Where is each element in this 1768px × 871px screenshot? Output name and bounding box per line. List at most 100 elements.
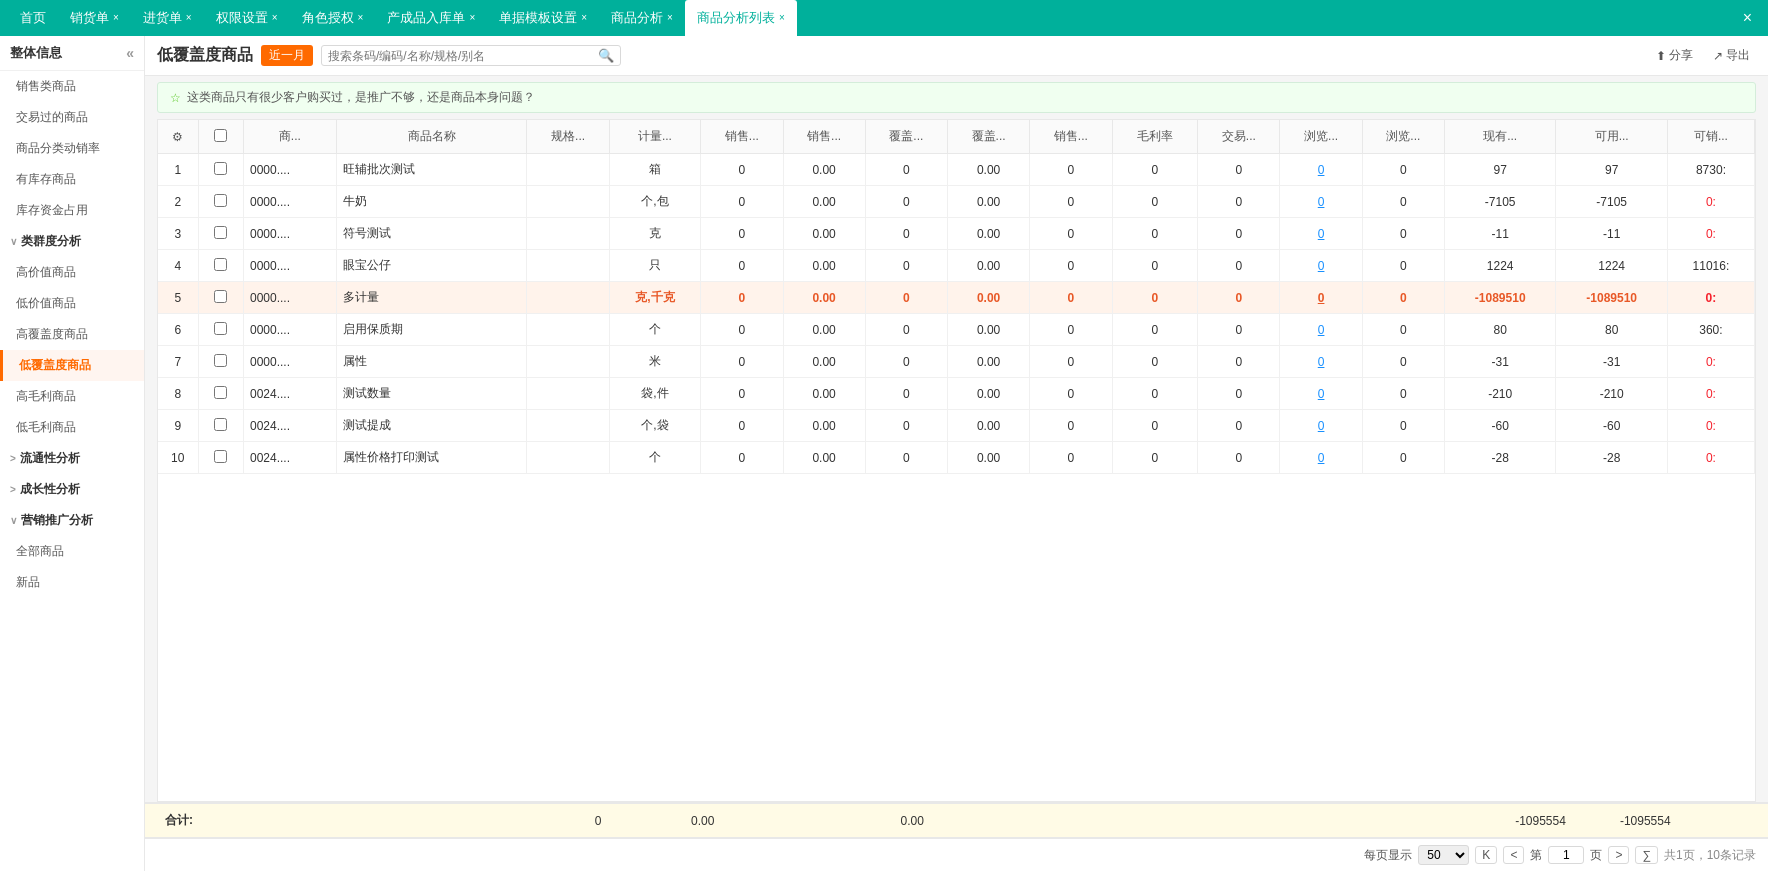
nav-close-role-auth[interactable]: × — [358, 0, 364, 36]
nav-permissions[interactable]: 权限设置 × — [204, 0, 290, 36]
row-unit: 袋,件 — [609, 378, 701, 410]
sidebar-group-growth[interactable]: > 成长性分析 — [0, 474, 144, 505]
select-all-checkbox[interactable] — [214, 129, 227, 142]
row-name[interactable]: 测试数量 — [336, 378, 527, 410]
row-checkbox[interactable] — [198, 282, 243, 314]
row-select-checkbox[interactable] — [214, 290, 227, 303]
date-filter-button[interactable]: 近一月 — [261, 45, 313, 66]
sidebar-group-marketing[interactable]: ∨ 营销推广分析 — [0, 505, 144, 536]
row-name[interactable]: 符号测试 — [336, 218, 527, 250]
row-sales-extra: 0 — [1030, 442, 1112, 474]
nav-product-inbound[interactable]: 产成品入库单 × — [375, 0, 487, 36]
row-name[interactable]: 属性 — [336, 346, 527, 378]
nav-close-product-inbound[interactable]: × — [469, 0, 475, 36]
nav-role-auth[interactable]: 角色授权 × — [290, 0, 376, 36]
search-icon[interactable]: 🔍 — [598, 48, 614, 63]
nav-product-analysis-list[interactable]: 商品分析列表 × — [685, 0, 797, 36]
row-browse1[interactable]: 0 — [1280, 218, 1362, 250]
nav-close-product-analysis[interactable]: × — [667, 0, 673, 36]
sidebar-item-new-goods[interactable]: 新品 — [0, 567, 144, 598]
row-sales-extra: 0 — [1030, 218, 1112, 250]
page-number-input[interactable] — [1548, 846, 1584, 864]
row-select-checkbox[interactable] — [214, 322, 227, 335]
sidebar-group-category-analysis[interactable]: ∨ 类群度分析 — [0, 226, 144, 257]
row-sales-amt: 0.00 — [783, 154, 865, 186]
share-button[interactable]: ⬆ 分享 — [1650, 44, 1699, 67]
page-size-select[interactable]: 50 100 200 — [1418, 845, 1469, 865]
nav-close-product-analysis-list[interactable]: × — [779, 0, 785, 36]
row-browse1[interactable]: 0 — [1280, 186, 1362, 218]
row-name[interactable]: 眼宝公仔 — [336, 250, 527, 282]
nav-purchase-order[interactable]: 进货单 × — [131, 0, 204, 36]
row-browse1[interactable]: 0 — [1280, 154, 1362, 186]
row-checkbox[interactable] — [198, 346, 243, 378]
row-browse1[interactable]: 0 — [1280, 346, 1362, 378]
row-select-checkbox[interactable] — [214, 258, 227, 271]
row-select-checkbox[interactable] — [214, 194, 227, 207]
row-name[interactable]: 旺辅批次测试 — [336, 154, 527, 186]
nav-sales-order[interactable]: 销货单 × — [58, 0, 131, 36]
sidebar-item-low-profit[interactable]: 低毛利商品 — [0, 412, 144, 443]
row-coverage1: 0 — [865, 154, 947, 186]
row-browse1[interactable]: 0 — [1280, 410, 1362, 442]
row-checkbox[interactable] — [198, 154, 243, 186]
nav-template-settings[interactable]: 单据模板设置 × — [487, 0, 599, 36]
sidebar-item-low-coverage[interactable]: 低覆盖度商品 — [0, 350, 144, 381]
row-checkbox[interactable] — [198, 314, 243, 346]
col-checkbox[interactable] — [198, 120, 243, 154]
row-browse1[interactable]: 0 — [1280, 250, 1362, 282]
row-browse2: 0 — [1362, 250, 1444, 282]
row-checkbox[interactable] — [198, 218, 243, 250]
sidebar-item-high-value[interactable]: 高价值商品 — [0, 257, 144, 288]
row-name[interactable]: 测试提成 — [336, 410, 527, 442]
row-checkbox[interactable] — [198, 186, 243, 218]
row-select-checkbox[interactable] — [214, 386, 227, 399]
row-checkbox[interactable] — [198, 378, 243, 410]
last-page-button[interactable]: ∑ — [1635, 846, 1658, 864]
nav-close-sales-order[interactable]: × — [113, 0, 119, 36]
sidebar-item-high-coverage[interactable]: 高覆盖度商品 — [0, 319, 144, 350]
search-input[interactable] — [328, 49, 594, 63]
sidebar-item-inventory-capital[interactable]: 库存资金占用 — [0, 195, 144, 226]
row-checkbox[interactable] — [198, 410, 243, 442]
row-coverage2: 0.00 — [948, 378, 1030, 410]
sidebar-item-traded-goods[interactable]: 交易过的商品 — [0, 102, 144, 133]
nav-home[interactable]: 首页 — [8, 0, 58, 36]
nav-close-purchase-order[interactable]: × — [186, 0, 192, 36]
row-browse1[interactable]: 0 — [1280, 442, 1362, 474]
sidebar-item-low-value[interactable]: 低价值商品 — [0, 288, 144, 319]
row-select-checkbox[interactable] — [214, 162, 227, 175]
sidebar-group-circulation[interactable]: > 流通性分析 — [0, 443, 144, 474]
row-checkbox[interactable] — [198, 442, 243, 474]
nav-product-analysis[interactable]: 商品分析 × — [599, 0, 685, 36]
row-name[interactable]: 牛奶 — [336, 186, 527, 218]
row-select-checkbox[interactable] — [214, 226, 227, 239]
row-name[interactable]: 启用保质期 — [336, 314, 527, 346]
row-current: 97 — [1444, 154, 1555, 186]
first-page-button[interactable]: K — [1475, 846, 1497, 864]
row-select-checkbox[interactable] — [214, 418, 227, 431]
close-all-tabs[interactable]: × — [1735, 9, 1760, 27]
row-name[interactable]: 多计量 — [336, 282, 527, 314]
row-sales-qty: 0 — [701, 378, 783, 410]
row-name[interactable]: 属性价格打印测试 — [336, 442, 527, 474]
nav-close-template-settings[interactable]: × — [581, 0, 587, 36]
nav-close-permissions[interactable]: × — [272, 0, 278, 36]
row-browse1[interactable]: 0 — [1280, 378, 1362, 410]
sidebar-item-stocked-goods[interactable]: 有库存商品 — [0, 164, 144, 195]
sidebar-collapse-button[interactable]: « — [126, 45, 134, 61]
sidebar-item-sales-goods[interactable]: 销售类商品 — [0, 71, 144, 102]
sidebar-item-category-sales-rate[interactable]: 商品分类动销率 — [0, 133, 144, 164]
row-checkbox[interactable] — [198, 250, 243, 282]
table-wrapper[interactable]: ⚙ 商... 商品名称 规格... 计量... 销售... 销售... 覆盖..… — [157, 119, 1756, 802]
row-browse1[interactable]: 0 — [1280, 282, 1362, 314]
row-browse1[interactable]: 0 — [1280, 314, 1362, 346]
row-select-checkbox[interactable] — [214, 450, 227, 463]
sidebar-item-high-profit[interactable]: 高毛利商品 — [0, 381, 144, 412]
prev-page-button[interactable]: < — [1503, 846, 1524, 864]
row-select-checkbox[interactable] — [214, 354, 227, 367]
sidebar-item-all-goods[interactable]: 全部商品 — [0, 536, 144, 567]
col-settings[interactable]: ⚙ — [158, 120, 198, 154]
export-button[interactable]: ↗ 导出 — [1707, 44, 1756, 67]
next-page-button[interactable]: > — [1608, 846, 1629, 864]
